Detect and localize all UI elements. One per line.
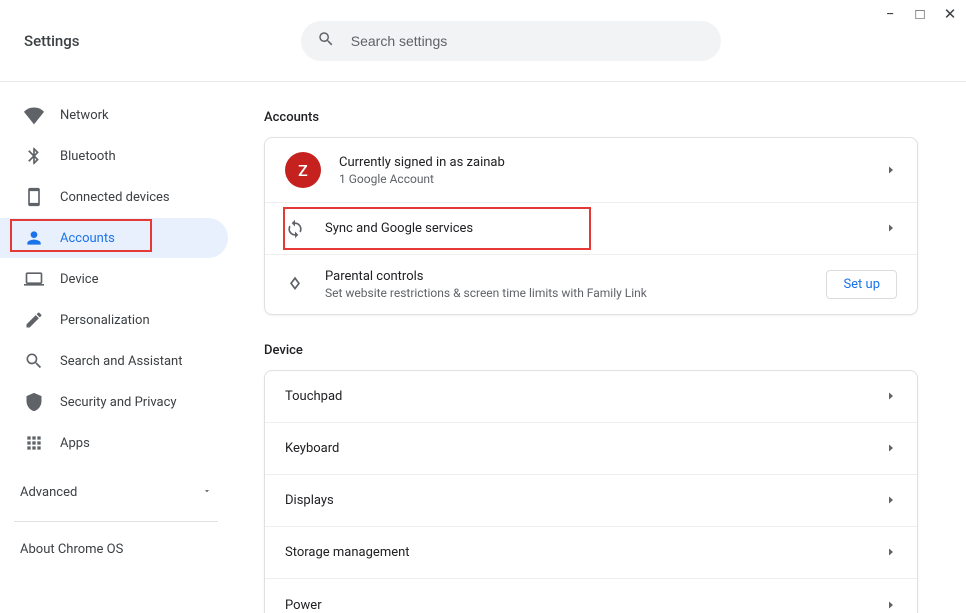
section-title-accounts: Accounts [264, 110, 918, 125]
sidebar-item-label: Search and Assistant [60, 354, 183, 369]
sidebar-item-connected-devices[interactable]: Connected devices [0, 177, 228, 217]
sidebar-item-apps[interactable]: Apps [0, 423, 228, 463]
row-parental-controls[interactable]: Parental controls Set website restrictio… [265, 255, 917, 314]
sidebar: Network Bluetooth Connected devices Acco… [0, 82, 236, 613]
about-chrome-os[interactable]: About Chrome OS [0, 530, 236, 569]
device-card: Touchpad Keyboard Displays Storage manag… [264, 370, 918, 613]
row-title: Storage management [285, 545, 885, 560]
row-sub: Set website restrictions & screen time l… [325, 286, 814, 300]
search-box[interactable] [301, 21, 721, 61]
sidebar-item-personalization[interactable]: Personalization [0, 300, 228, 340]
maximize-button[interactable]: □ [912, 6, 928, 22]
chevron-right-icon [885, 387, 897, 406]
row-storage-management[interactable]: Storage management [265, 527, 917, 579]
sync-icon [285, 219, 305, 239]
sidebar-item-label: Network [60, 108, 109, 123]
row-sub: 1 Google Account [339, 172, 885, 186]
minimize-button[interactable]: − [882, 6, 898, 22]
laptop-icon [24, 269, 44, 289]
sidebar-item-label: Bluetooth [60, 149, 116, 164]
apps-icon [24, 433, 44, 453]
kite-icon [285, 275, 305, 295]
window-controls: − □ ✕ [882, 6, 958, 22]
person-icon [24, 228, 44, 248]
chevron-down-icon [202, 485, 212, 500]
avatar: Z [285, 152, 321, 188]
advanced-toggle[interactable]: Advanced [0, 471, 236, 513]
chevron-right-icon [885, 491, 897, 510]
bluetooth-icon [24, 146, 44, 166]
sidebar-item-accounts[interactable]: Accounts [0, 218, 228, 258]
pencil-icon [24, 310, 44, 330]
setup-button[interactable]: Set up [826, 270, 897, 299]
section-title-device: Device [264, 343, 918, 358]
topbar: Settings [0, 0, 966, 82]
search-icon [317, 30, 335, 52]
row-touchpad[interactable]: Touchpad [265, 371, 917, 423]
accounts-card: Z Currently signed in as zainab 1 Google… [264, 137, 918, 315]
search-input[interactable] [351, 33, 705, 49]
sidebar-item-search-assistant[interactable]: Search and Assistant [0, 341, 228, 381]
sidebar-item-security-privacy[interactable]: Security and Privacy [0, 382, 228, 422]
sidebar-item-label: Connected devices [60, 190, 170, 205]
sidebar-item-bluetooth[interactable]: Bluetooth [0, 136, 228, 176]
divider [14, 521, 218, 522]
page-title: Settings [24, 32, 80, 50]
row-title: Keyboard [285, 441, 885, 456]
sidebar-item-network[interactable]: Network [0, 95, 228, 135]
row-title: Sync and Google services [325, 221, 885, 236]
row-title: Parental controls [325, 269, 814, 284]
close-button[interactable]: ✕ [942, 6, 958, 22]
chevron-right-icon [885, 543, 897, 562]
chevron-right-icon [885, 219, 897, 238]
search-icon [24, 351, 44, 371]
row-power[interactable]: Power [265, 579, 917, 613]
row-sync-google-services[interactable]: Sync and Google services [265, 203, 917, 255]
chevron-right-icon [885, 596, 897, 613]
wifi-icon [24, 105, 44, 125]
main-content: Accounts Z Currently signed in as zainab… [236, 82, 966, 613]
chevron-right-icon [885, 439, 897, 458]
sidebar-item-device[interactable]: Device [0, 259, 228, 299]
shield-icon [24, 392, 44, 412]
sidebar-item-label: Security and Privacy [60, 395, 177, 410]
row-title: Touchpad [285, 389, 885, 404]
sidebar-item-label: Personalization [60, 313, 150, 328]
sidebar-item-label: Accounts [60, 231, 115, 246]
sidebar-item-label: Apps [60, 436, 90, 451]
row-title: Power [285, 598, 885, 613]
chevron-right-icon [885, 161, 897, 180]
row-keyboard[interactable]: Keyboard [265, 423, 917, 475]
row-title: Displays [285, 493, 885, 508]
row-displays[interactable]: Displays [265, 475, 917, 527]
row-current-account[interactable]: Z Currently signed in as zainab 1 Google… [265, 138, 917, 203]
phone-icon [24, 187, 44, 207]
sidebar-item-label: Device [60, 272, 99, 287]
advanced-label: Advanced [20, 485, 77, 500]
row-title: Currently signed in as zainab [339, 155, 885, 170]
